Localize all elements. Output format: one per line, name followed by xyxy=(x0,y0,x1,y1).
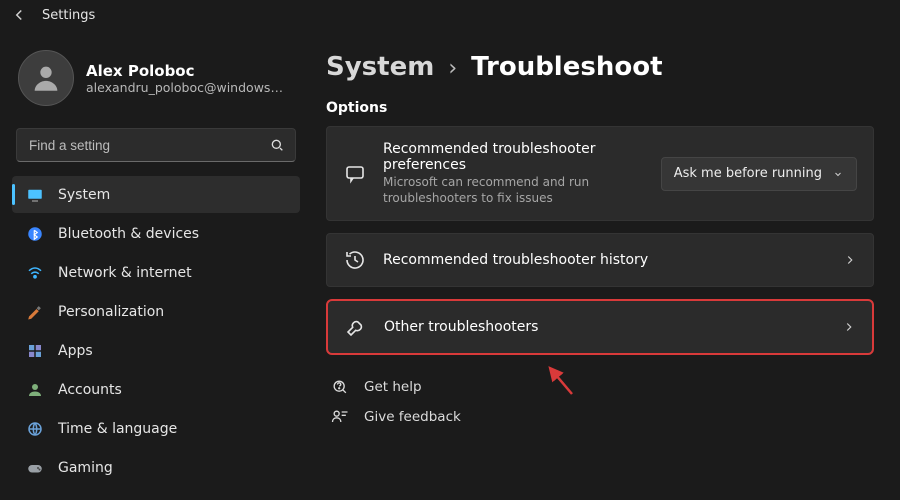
bluetooth-icon xyxy=(26,225,44,243)
footer-label: Give feedback xyxy=(364,409,461,425)
sidebar-item-network[interactable]: Network & internet xyxy=(12,254,300,291)
sidebar-item-label: Network & internet xyxy=(58,265,192,281)
brush-icon xyxy=(26,303,44,321)
sidebar-item-label: Accounts xyxy=(58,382,122,398)
sidebar-item-label: Apps xyxy=(58,343,93,359)
breadcrumb-separator: › xyxy=(448,56,457,81)
give-feedback-link[interactable]: Give feedback xyxy=(330,407,874,427)
search-box[interactable] xyxy=(16,128,296,162)
card-subtitle: Microsoft can recommend and run troubles… xyxy=(383,175,643,206)
sidebar-item-apps[interactable]: Apps xyxy=(12,332,300,369)
search-input[interactable] xyxy=(29,138,269,153)
user-name: Alex Poloboc xyxy=(86,62,286,80)
card-other-troubleshooters[interactable]: Other troubleshooters xyxy=(326,299,874,355)
sidebar-item-label: Personalization xyxy=(58,304,164,320)
gaming-icon xyxy=(26,459,44,477)
sidebar-item-bluetooth[interactable]: Bluetooth & devices xyxy=(12,215,300,252)
globe-icon xyxy=(26,420,44,438)
sidebar-item-label: Time & language xyxy=(58,421,177,437)
card-title: Recommended troubleshooter history xyxy=(383,252,827,268)
avatar xyxy=(18,50,74,106)
chevron-right-icon xyxy=(843,253,857,267)
breadcrumb-current: Troubleshoot xyxy=(471,52,662,82)
help-icon xyxy=(330,377,350,397)
wifi-icon xyxy=(26,264,44,282)
wrench-icon xyxy=(344,315,368,339)
get-help-link[interactable]: Get help xyxy=(330,377,874,397)
history-icon xyxy=(343,248,367,272)
card-title: Other troubleshooters xyxy=(384,319,826,335)
system-icon xyxy=(26,186,44,204)
user-block[interactable]: Alex Poloboc alexandru_poloboc@windowsre… xyxy=(8,40,304,122)
apps-icon xyxy=(26,342,44,360)
chevron-down-icon xyxy=(832,168,844,180)
search-icon xyxy=(269,137,285,153)
sidebar-item-label: System xyxy=(58,187,110,203)
chat-icon xyxy=(343,162,367,186)
sidebar-item-personalization[interactable]: Personalization xyxy=(12,293,300,330)
sidebar-item-label: Bluetooth & devices xyxy=(58,226,199,242)
sidebar-item-accounts[interactable]: Accounts xyxy=(12,371,300,408)
window-title: Settings xyxy=(42,8,95,23)
dropdown-value: Ask me before running xyxy=(674,166,822,181)
breadcrumb-parent[interactable]: System xyxy=(326,52,434,82)
sidebar-item-label: Gaming xyxy=(58,460,113,476)
back-button[interactable] xyxy=(10,6,28,24)
card-troubleshooter-preferences[interactable]: Recommended troubleshooter preferences M… xyxy=(326,126,874,221)
preferences-dropdown[interactable]: Ask me before running xyxy=(661,157,857,191)
card-title: Recommended troubleshooter preferences xyxy=(383,141,645,173)
accounts-icon xyxy=(26,381,44,399)
section-label: Options xyxy=(326,100,874,116)
card-troubleshooter-history[interactable]: Recommended troubleshooter history xyxy=(326,233,874,287)
sidebar-item-time-language[interactable]: Time & language xyxy=(12,410,300,447)
user-email: alexandru_poloboc@windowsreport... xyxy=(86,80,286,95)
chevron-right-icon xyxy=(842,320,856,334)
breadcrumb: System › Troubleshoot xyxy=(326,52,874,82)
feedback-icon xyxy=(330,407,350,427)
sidebar-item-gaming[interactable]: Gaming xyxy=(12,449,300,486)
sidebar-item-system[interactable]: System xyxy=(12,176,300,213)
footer-label: Get help xyxy=(364,379,422,395)
